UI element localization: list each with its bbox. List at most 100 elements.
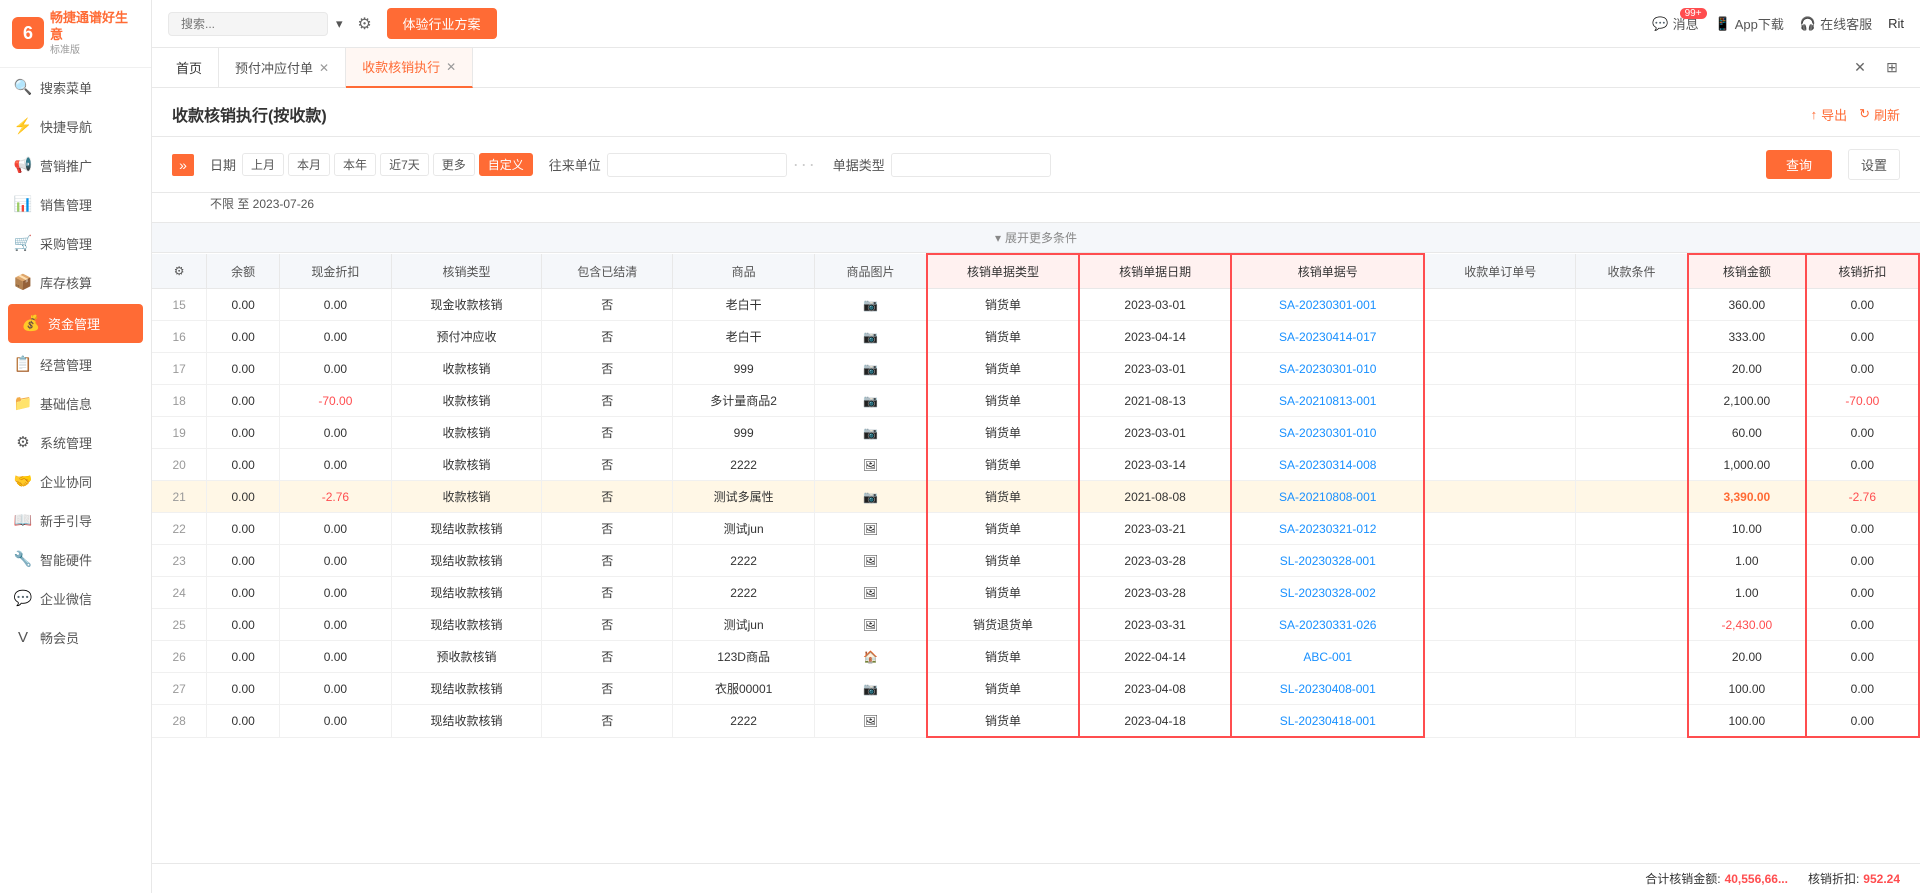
col-header-13: 核销折扣: [1806, 254, 1919, 289]
tab-close-1[interactable]: ✕: [319, 61, 329, 75]
expand-tabs-btn[interactable]: ⊞: [1880, 56, 1904, 80]
cell-11-11: [1576, 641, 1688, 673]
sidebar-item-13[interactable]: 💬企业微信: [0, 579, 151, 618]
cell-7-1: 0.00: [207, 513, 280, 545]
page-header: 收款核销执行(按收款) ↑ 导出 ↻ 刷新: [152, 88, 1920, 137]
cell-7-5: 测试jun: [673, 513, 815, 545]
cell-12-6: 📷: [815, 673, 927, 705]
filter-date-range: 不限 至 2023-07-26: [152, 193, 1920, 223]
cell-9-11: [1576, 577, 1688, 609]
sidebar-label-6: 资金管理: [48, 314, 100, 333]
close-tab-btn[interactable]: ✕: [1848, 56, 1872, 80]
doc-no-link[interactable]: SA-20230314-008: [1279, 458, 1376, 472]
service-icon: 🎧: [1800, 16, 1816, 32]
tab-1[interactable]: 预付冲应付单✕: [219, 48, 346, 88]
sidebar-item-1[interactable]: ⚡快捷导航: [0, 107, 151, 146]
sidebar-item-10[interactable]: 🤝企业协同: [0, 462, 151, 501]
query-button[interactable]: 查询: [1766, 150, 1832, 179]
cell-9-0: 24: [152, 577, 207, 609]
cell-11-5: 123D商品: [673, 641, 815, 673]
doc-no-link[interactable]: SA-20210808-001: [1279, 490, 1376, 504]
cell-5-9: SA-20230314-008: [1231, 449, 1424, 481]
tab-close-2[interactable]: ✕: [446, 60, 456, 74]
doc-no-link[interactable]: SA-20230321-012: [1279, 522, 1376, 536]
filter-expand-btn[interactable]: »: [172, 154, 194, 176]
col-header-0: ⚙: [152, 254, 207, 289]
cell-3-7: 销货单: [927, 385, 1079, 417]
this-year-btn[interactable]: 本年: [334, 153, 376, 176]
cell-1-6: 📷: [815, 321, 927, 353]
last-month-btn[interactable]: 上月: [242, 153, 284, 176]
doc-no-link[interactable]: SA-20230301-010: [1279, 362, 1376, 376]
doc-no-link[interactable]: SA-20230301-010: [1279, 426, 1376, 440]
topbar-gear-icon[interactable]: ⚙: [351, 10, 379, 38]
tab-0[interactable]: 首页: [160, 48, 219, 88]
doc-no-link[interactable]: SA-20230301-001: [1279, 298, 1376, 312]
cell-0-10: [1424, 289, 1575, 321]
topbar-dropdown-btn[interactable]: ▾: [336, 16, 343, 32]
cell-2-7: 销货单: [927, 353, 1079, 385]
table-row: 270.000.00现结收款核销否衣服00001📷销货单2023-04-08SL…: [152, 673, 1919, 705]
doc-no-link[interactable]: SA-20230331-026: [1279, 618, 1376, 632]
single-type-select[interactable]: [891, 153, 1051, 177]
sidebar-item-6[interactable]: 💰资金管理: [8, 304, 143, 343]
cell-5-0: 20: [152, 449, 207, 481]
cell-4-11: [1576, 417, 1688, 449]
sidebar-item-14[interactable]: V畅会员: [0, 618, 151, 657]
cell-2-1: 0.00: [207, 353, 280, 385]
cell-6-1: 0.00: [207, 481, 280, 513]
cell-12-5: 衣服00001: [673, 673, 815, 705]
sidebar-item-0[interactable]: 🔍搜索菜单: [0, 68, 151, 107]
tab-2[interactable]: 收款核销执行✕: [346, 48, 473, 88]
cell-11-0: 26: [152, 641, 207, 673]
cell-8-8: 2023-03-28: [1079, 545, 1231, 577]
sidebar-label-9: 系统管理: [40, 433, 92, 452]
industry-solution-button[interactable]: 体验行业方案: [387, 8, 497, 39]
cell-4-5: 999: [673, 417, 815, 449]
sidebar-item-11[interactable]: 📖新手引导: [0, 501, 151, 540]
sidebar-item-7[interactable]: 📋经营管理: [0, 345, 151, 384]
logo-sub: 标准版: [50, 44, 139, 57]
doc-no-link[interactable]: SA-20210813-001: [1279, 394, 1376, 408]
sidebar-item-8[interactable]: 📁基础信息: [0, 384, 151, 423]
doc-no-link[interactable]: SL-20230328-001: [1280, 554, 1376, 568]
doc-no-link[interactable]: SL-20230408-001: [1280, 682, 1376, 696]
more-date-btn[interactable]: 更多: [433, 153, 475, 176]
refresh-button[interactable]: ↻ 刷新: [1859, 105, 1900, 124]
recent7-btn[interactable]: 近7天: [380, 153, 429, 176]
doc-no-link[interactable]: SL-20230418-001: [1280, 714, 1376, 728]
from-unit-input[interactable]: [607, 153, 787, 177]
cell-1-12: 333.00: [1688, 321, 1806, 353]
doc-no-link[interactable]: ABC-001: [1303, 650, 1352, 664]
online-service-btn[interactable]: 🎧 在线客服: [1800, 14, 1872, 33]
user-avatar[interactable]: Rit: [1888, 16, 1904, 31]
message-btn[interactable]: 💬 消息 99+: [1652, 14, 1698, 33]
sidebar-item-9[interactable]: ⚙系统管理: [0, 423, 151, 462]
cell-4-10: [1424, 417, 1575, 449]
cell-11-6: 🏠: [815, 641, 927, 673]
cell-5-10: [1424, 449, 1575, 481]
doc-no-link[interactable]: SA-20230414-017: [1279, 330, 1376, 344]
doc-no-link[interactable]: SL-20230328-002: [1280, 586, 1376, 600]
topbar-search-input[interactable]: [168, 12, 328, 36]
sidebar-item-3[interactable]: 📊销售管理: [0, 185, 151, 224]
total-amount-label: 合计核销金额:: [1645, 870, 1720, 887]
cell-6-7: 销货单: [927, 481, 1079, 513]
cell-9-2: 0.00: [280, 577, 392, 609]
export-button[interactable]: ↑ 导出: [1811, 105, 1848, 124]
custom-date-btn[interactable]: 自定义: [479, 153, 533, 176]
cell-3-5: 多计量商品2: [673, 385, 815, 417]
app-download-btn[interactable]: 📱 App下载: [1715, 14, 1784, 33]
sidebar-item-2[interactable]: 📢营销推广: [0, 146, 151, 185]
dots-icon[interactable]: ···: [793, 154, 817, 175]
logo-icon: 6: [12, 17, 44, 49]
sidebar-icon-1: ⚡: [14, 117, 32, 135]
cell-12-12: 100.00: [1688, 673, 1806, 705]
cell-12-2: 0.00: [280, 673, 392, 705]
sidebar-item-5[interactable]: 📦库存核算: [0, 263, 151, 302]
sidebar-item-4[interactable]: 🛒采购管理: [0, 224, 151, 263]
expand-more-btn[interactable]: ▾ 展开更多条件: [995, 229, 1077, 246]
settings-button[interactable]: 设置: [1848, 149, 1900, 180]
this-month-btn[interactable]: 本月: [288, 153, 330, 176]
sidebar-item-12[interactable]: 🔧智能硬件: [0, 540, 151, 579]
